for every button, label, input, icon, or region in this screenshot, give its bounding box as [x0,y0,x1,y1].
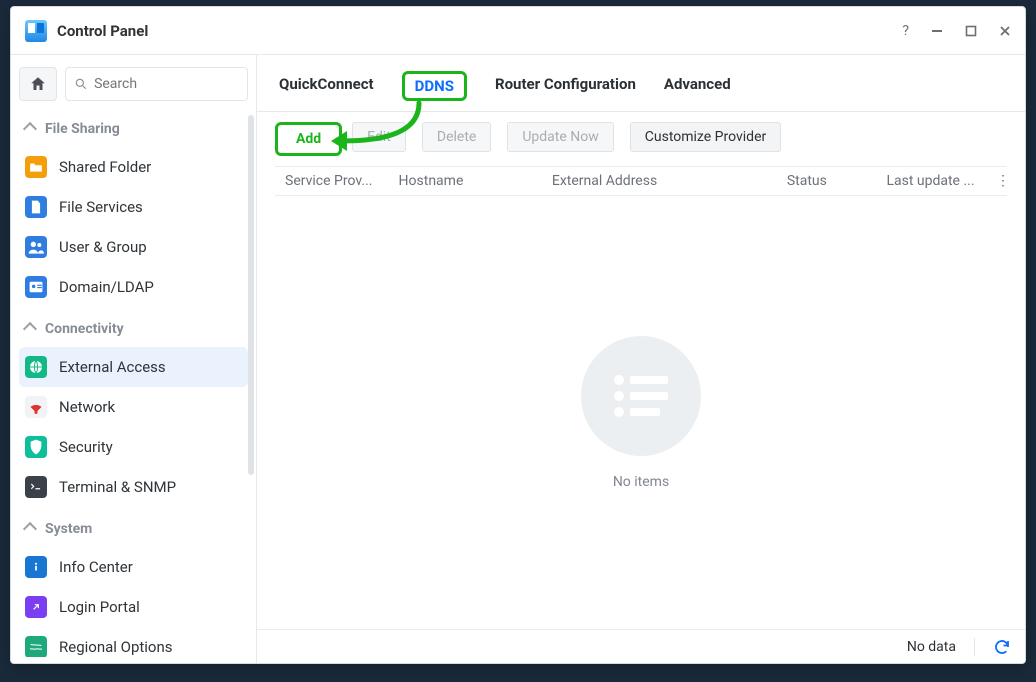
sidebar-item-label: Regional Options [59,638,173,656]
titlebar: Control Panel ? [11,7,1025,55]
help-icon[interactable]: ? [902,24,909,38]
customize-provider-button[interactable]: Customize Provider [630,122,781,152]
columns-menu-button[interactable]: ⋮ [986,173,1007,189]
col-last-update[interactable]: Last update ... [876,173,986,189]
section-file-sharing[interactable]: File Sharing [19,107,248,147]
control-panel-window: Control Panel ? [10,6,1026,664]
sidebar-item-info-center[interactable]: Info Center [19,547,248,587]
tab-router-configuration[interactable]: Router Configuration [495,75,636,99]
main-panel: QuickConnect DDNS Router Configuration A… [257,55,1025,663]
sidebar-item-label: Login Portal [59,598,140,616]
section-connectivity[interactable]: Connectivity [19,307,248,347]
sidebar-item-label: Terminal & SNMP [59,478,176,496]
close-button[interactable] [999,25,1011,37]
col-hostname[interactable]: Hostname [389,173,542,189]
section-system[interactable]: System [19,507,248,547]
sidebar-item-label: Shared Folder [59,158,151,176]
network-icon [25,396,47,418]
file-icon [25,196,47,218]
table-header: Service Prov... Hostname External Addres… [275,166,1007,196]
sidebar-item-terminal-snmp[interactable]: Terminal & SNMP [19,467,248,507]
col-service-provider[interactable]: Service Prov... [275,173,389,189]
search-icon [74,76,88,92]
tab-bar: QuickConnect DDNS Router Configuration A… [257,55,1025,112]
home-button[interactable] [19,67,57,101]
update-now-button[interactable]: Update Now [507,122,613,152]
window-controls: ? [902,24,1011,38]
section-label: File Sharing [45,121,120,137]
toolbar: Add Edit Delete Update Now Customize Pro… [257,112,1025,166]
footer-status: No data [907,639,956,655]
sidebar-item-external-access[interactable]: External Access [19,347,248,387]
divider [974,638,975,656]
sidebar-item-shared-folder[interactable]: Shared Folder [19,147,248,187]
globe-icon [25,356,47,378]
sidebar-item-file-services[interactable]: File Services [19,187,248,227]
sidebar-item-user-group[interactable]: User & Group [19,227,248,267]
col-external-address[interactable]: External Address [542,173,777,189]
edit-button[interactable]: Edit [352,122,406,152]
sidebar-item-security[interactable]: Security [19,427,248,467]
id-card-icon [25,276,47,298]
chevron-up-icon [23,522,37,536]
sidebar-item-label: External Access [59,358,166,376]
sidebar-item-label: Network [59,398,115,416]
shield-icon [25,436,47,458]
empty-text: No items [613,474,669,490]
tab-quickconnect[interactable]: QuickConnect [279,75,374,99]
sidebar-item-label: Security [59,438,113,456]
table-footer: No data [257,629,1025,663]
sidebar-item-network[interactable]: Network [19,387,248,427]
col-status[interactable]: Status [777,173,877,189]
sidebar-item-domain-ldap[interactable]: Domain/LDAP [19,267,248,307]
sidebar-item-label: Info Center [59,558,133,576]
info-icon [25,556,47,578]
section-label: Connectivity [45,321,124,337]
minimize-button[interactable] [931,25,943,37]
window-title: Control Panel [57,22,148,40]
sidebar-item-label: Domain/LDAP [59,278,154,296]
table-empty-state: No items [257,196,1025,629]
delete-button[interactable]: Delete [422,122,491,152]
maximize-button[interactable] [965,25,977,37]
chevron-up-icon [23,322,37,336]
app-icon [25,20,47,42]
tab-advanced[interactable]: Advanced [664,75,731,99]
portal-icon [25,596,47,618]
tab-ddns[interactable]: DDNS [402,71,467,101]
chevron-up-icon [23,122,37,136]
sidebar-scrollbar[interactable] [248,115,254,525]
terminal-icon [25,476,47,498]
sidebar-item-label: File Services [59,198,143,216]
section-label: System [45,521,92,537]
sidebar-item-login-portal[interactable]: Login Portal [19,587,248,627]
search-input[interactable] [94,76,239,92]
users-icon [25,236,47,258]
sidebar: File Sharing Shared Folder File Services [11,55,257,663]
sidebar-item-regional-options[interactable]: Regional Options [19,627,248,657]
globe-region-icon [25,636,47,657]
sidebar-item-label: User & Group [59,238,147,256]
search-field[interactable] [65,67,248,101]
add-button[interactable]: Add [275,122,342,156]
folder-icon [25,156,47,178]
refresh-button[interactable] [993,638,1011,656]
scrollbar-thumb[interactable] [248,115,254,475]
empty-list-icon [581,336,701,456]
